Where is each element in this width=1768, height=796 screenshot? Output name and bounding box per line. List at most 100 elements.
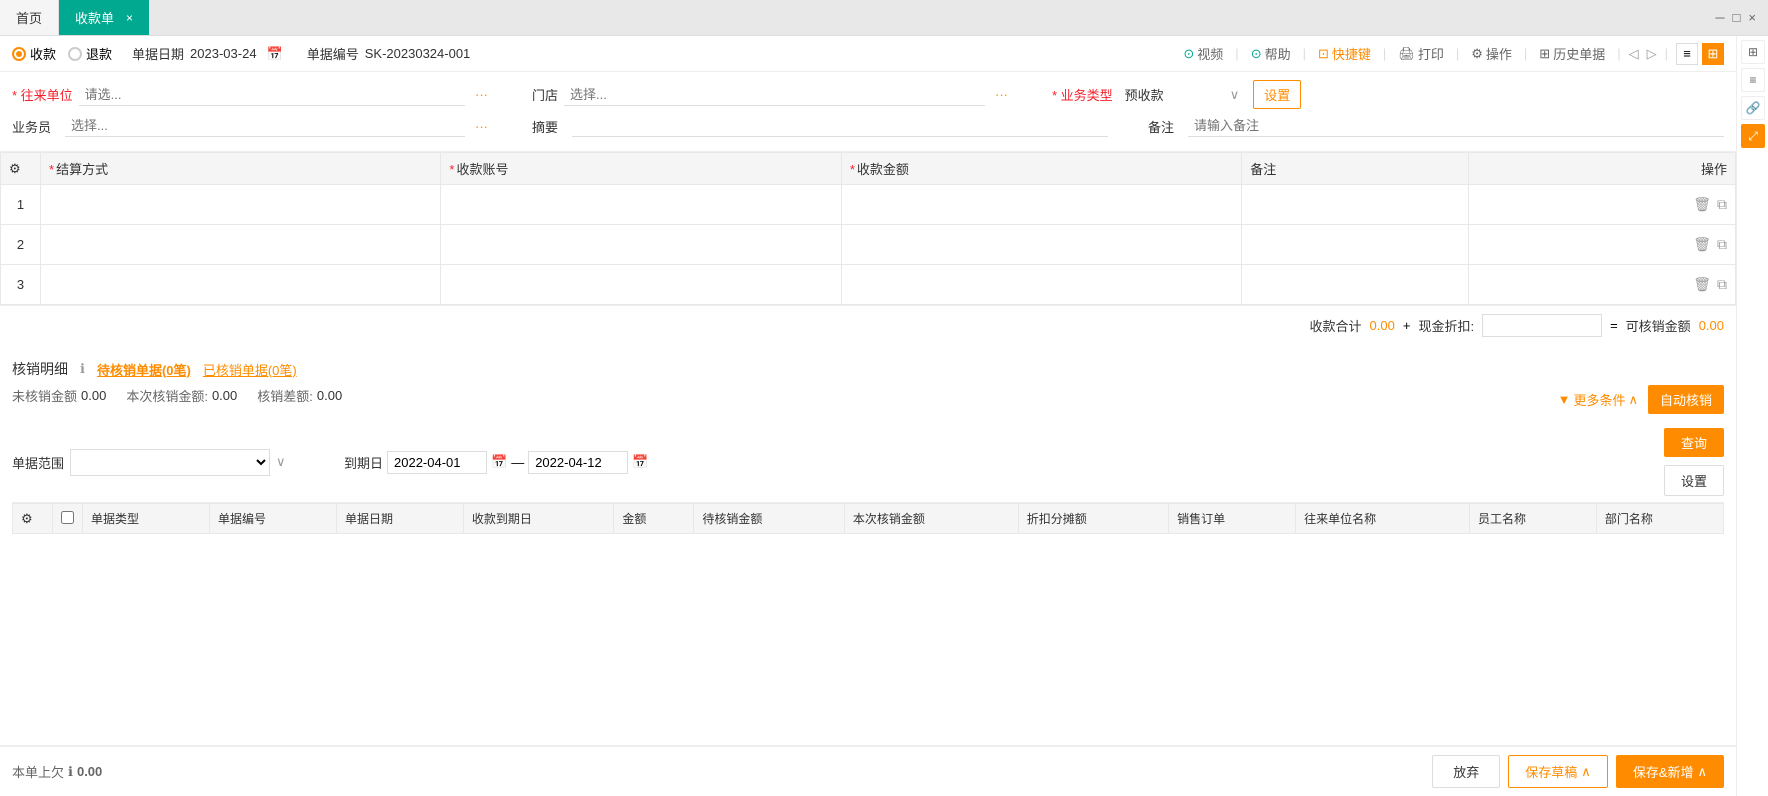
- row-amount-3[interactable]: [841, 265, 1241, 305]
- panel-list-icon[interactable]: ≡: [1741, 68, 1765, 92]
- operation-label: 操作: [1486, 44, 1512, 63]
- date-to-input[interactable]: [528, 451, 628, 474]
- tab-close-icon[interactable]: ×: [126, 11, 133, 25]
- calendar-to-icon[interactable]: 📅: [632, 454, 648, 470]
- recon-header: 核销明细 ℹ 待核销单据(0笔) 已核销单据(0笔): [12, 359, 1724, 379]
- store-input[interactable]: [564, 84, 985, 106]
- summary-label: 摘要: [532, 117, 558, 136]
- bth-settings[interactable]: ⚙: [13, 504, 53, 534]
- sep3: |: [1383, 46, 1386, 61]
- th-settings[interactable]: ⚙: [1, 153, 41, 185]
- video-btn[interactable]: ⊙ 视频: [1179, 42, 1227, 65]
- table-row: 3 🗑 ⧉: [1, 265, 1736, 305]
- bth-checkbox[interactable]: [53, 504, 83, 534]
- receipt-type-radio: 收款 退款: [12, 44, 112, 63]
- row-settlement-3[interactable]: [41, 265, 441, 305]
- radio-dot-receipt: [12, 47, 26, 61]
- note-input[interactable]: [1188, 115, 1724, 137]
- maximize-btn[interactable]: □: [1733, 10, 1741, 25]
- toolbar-row: 收款 退款 单据日期 2023-03-24 📅 单据编号 SK-20230324…: [0, 36, 1736, 72]
- bth-counterpart: 往来单位名称: [1296, 504, 1470, 534]
- due-label: 到期日: [344, 453, 383, 472]
- nav-next-icon[interactable]: ▷: [1647, 46, 1657, 62]
- counterpart-input[interactable]: [79, 84, 465, 106]
- tab-pending[interactable]: 待核销单据(0笔): [97, 360, 191, 379]
- delete-icon-2[interactable]: 🗑: [1693, 236, 1711, 253]
- row-account-2[interactable]: [441, 225, 841, 265]
- date-from-input[interactable]: [387, 451, 487, 474]
- abandon-btn[interactable]: 放弃: [1432, 755, 1500, 788]
- copy-icon-2[interactable]: ⧉: [1717, 236, 1727, 253]
- radio-receipt[interactable]: 收款: [12, 44, 56, 63]
- view-icons: ≡ ⊞: [1676, 43, 1724, 65]
- draft-btn[interactable]: 保存草稿 ∧: [1508, 755, 1608, 788]
- select-all-checkbox[interactable]: [61, 511, 74, 524]
- row-note-2[interactable]: [1242, 225, 1468, 265]
- range-arrow[interactable]: ∨: [276, 454, 286, 470]
- copy-icon-3[interactable]: ⧉: [1717, 276, 1727, 293]
- panel-table-icon[interactable]: ⊞: [1741, 40, 1765, 64]
- delete-icon-3[interactable]: 🗑: [1693, 276, 1711, 293]
- help-label: 帮助: [1265, 44, 1291, 63]
- operation-btn[interactable]: ⚙ 操作: [1467, 42, 1516, 65]
- staff-more-btn[interactable]: ···: [471, 119, 492, 134]
- copy-icon-1[interactable]: ⧉: [1717, 196, 1727, 213]
- unverified-value: 0.00: [81, 388, 106, 403]
- radio-refund[interactable]: 退款: [68, 44, 112, 63]
- discount-input[interactable]: [1482, 314, 1602, 337]
- summary-row: 收款合计 0.00 + 现金折扣: = 可核销金额 0.00: [0, 305, 1736, 345]
- table-settings-icon[interactable]: ⚙: [9, 161, 21, 176]
- range-select[interactable]: [70, 449, 270, 476]
- close-btn[interactable]: ×: [1748, 10, 1756, 25]
- right-panel: ⊞ ≡ 🔗 ⤢: [1736, 36, 1768, 796]
- radio-receipt-label: 收款: [30, 44, 56, 63]
- row-account-1[interactable]: [441, 185, 841, 225]
- row-account-3[interactable]: [441, 265, 841, 305]
- tab-active[interactable]: 收款单 ×: [59, 0, 149, 35]
- print-btn[interactable]: 🖨 打印: [1394, 42, 1448, 65]
- btable-settings-icon[interactable]: ⚙: [21, 511, 33, 526]
- calendar-from-icon[interactable]: 📅: [491, 454, 507, 470]
- staff-input[interactable]: [65, 115, 465, 137]
- row-note-3[interactable]: [1242, 265, 1468, 305]
- tab-done[interactable]: 已核销单据(0笔): [203, 360, 297, 379]
- query-btn[interactable]: 查询: [1664, 428, 1724, 457]
- row-amount-1[interactable]: [841, 185, 1241, 225]
- save-label: 保存&新增: [1633, 762, 1694, 781]
- sep1: |: [1235, 46, 1238, 61]
- counterpart-more-btn[interactable]: ···: [471, 87, 492, 102]
- bottom-table-container: ⚙ 单据类型 单据编号 单据日期 收款到期日 金额 待核销金额 本次核销金额 折…: [12, 503, 1724, 534]
- row-settlement-1[interactable]: [41, 185, 441, 225]
- more-conditions-btn[interactable]: ▼ 更多条件 ∧: [1558, 390, 1638, 409]
- bth-type: 单据类型: [83, 504, 210, 534]
- save-arrow[interactable]: ∧: [1697, 764, 1707, 780]
- th-operation: 操作: [1468, 153, 1735, 185]
- shortcut-btn[interactable]: ⊡ 快捷键: [1314, 42, 1375, 65]
- row-note-1[interactable]: [1242, 185, 1468, 225]
- recon-settings-btn[interactable]: 设置: [1664, 465, 1724, 496]
- settings-btn[interactable]: 设置: [1253, 80, 1301, 109]
- calendar-icon[interactable]: 📅: [263, 44, 287, 64]
- row-num-2: 2: [1, 225, 41, 265]
- nav-prev-icon[interactable]: ◁: [1629, 46, 1639, 62]
- row-settlement-2[interactable]: [41, 225, 441, 265]
- draft-arrow[interactable]: ∧: [1581, 764, 1591, 780]
- summary-input[interactable]: [572, 115, 1108, 137]
- minimize-btn[interactable]: ─: [1715, 10, 1724, 25]
- list-view-icon[interactable]: ≡: [1676, 43, 1698, 65]
- grid-view-icon[interactable]: ⊞: [1702, 43, 1724, 65]
- panel-link-icon[interactable]: 🔗: [1741, 96, 1765, 120]
- store-more-btn[interactable]: ···: [991, 87, 1012, 102]
- bth-amount: 金额: [614, 504, 694, 534]
- business-type-arrow[interactable]: ∨: [1230, 87, 1240, 103]
- panel-expand-icon[interactable]: ⤢: [1741, 124, 1765, 148]
- tab-home[interactable]: 首页: [0, 0, 59, 35]
- help-btn[interactable]: ⊙ 帮助: [1247, 42, 1295, 65]
- toolbar-right: ⊙ 视频 | ⊙ 帮助 | ⊡ 快捷键 | 🖨 打印 |: [1179, 42, 1724, 65]
- save-new-btn[interactable]: 保存&新增 ∧: [1616, 755, 1724, 788]
- delete-icon-1[interactable]: 🗑: [1693, 196, 1711, 213]
- form-area: * 往来单位 ··· 门店 ··· * 业务类型 预收款 ∨ 设置: [0, 72, 1736, 152]
- history-btn[interactable]: ⊞ 历史单据: [1535, 42, 1609, 65]
- row-amount-2[interactable]: [841, 225, 1241, 265]
- auto-recon-btn[interactable]: 自动核销: [1648, 385, 1724, 414]
